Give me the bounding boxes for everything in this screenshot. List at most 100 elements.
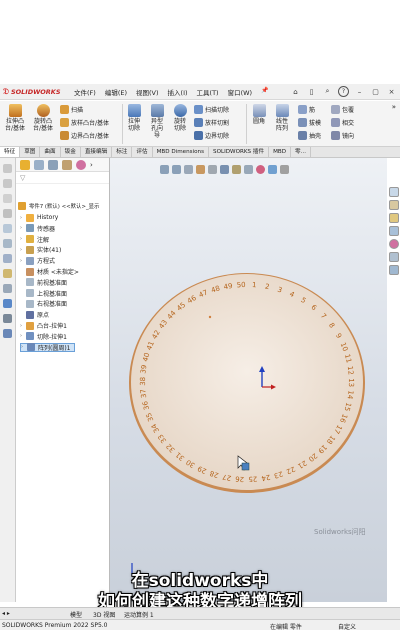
ribbon-expand-icon[interactable]: » <box>392 103 396 111</box>
restore-icon[interactable]: ▢ <box>370 86 381 97</box>
rib-button[interactable]: 筋 <box>298 105 315 114</box>
tab-sheet-metal[interactable]: 钣金 <box>61 147 81 157</box>
tree-node-material[interactable]: 材质 <未指定> <box>20 267 79 276</box>
file-explorer-icon[interactable] <box>388 213 399 223</box>
minimize-icon[interactable]: – <box>354 86 365 97</box>
intersect-button[interactable]: 相交 <box>331 118 354 127</box>
fillet-button[interactable]: 圆角 <box>249 104 269 125</box>
tree-root-part[interactable]: 零件7 (默认) <<默认>_显示 <box>18 201 99 210</box>
view-settings-icon[interactable] <box>280 165 289 174</box>
mirror-button[interactable]: 镜向 <box>331 131 354 140</box>
edit-appearance-icon[interactable] <box>256 165 265 174</box>
configuration-manager-icon[interactable] <box>48 159 58 170</box>
dynamic-annotation-icon[interactable] <box>208 165 217 174</box>
tab-model[interactable]: 模型 <box>70 610 82 619</box>
view-palette-icon[interactable] <box>388 226 399 236</box>
display-icon[interactable] <box>3 239 12 248</box>
tab-evaluate[interactable]: 评估 <box>132 147 153 157</box>
new-document-icon[interactable]: ▯ <box>306 86 317 97</box>
menu-view[interactable]: 视图(V) <box>136 87 159 97</box>
options-icon[interactable] <box>3 329 12 338</box>
tab-surfaces[interactable]: 曲面 <box>40 147 61 157</box>
tree-node-origin[interactable]: 原点 <box>20 310 49 319</box>
revolve-boss-button[interactable]: 旋转凸台/基体 <box>30 104 56 132</box>
loft-boss-button[interactable]: 放样凸台/基体 <box>60 118 109 127</box>
tab-mbd-dimensions[interactable]: MBD Dimensions <box>153 147 210 157</box>
tab-markup[interactable]: 标注 <box>112 147 133 157</box>
extrude-cut-button[interactable]: 拉伸切除 <box>124 104 144 132</box>
tree-node-annotations[interactable]: › 注解 <box>20 235 49 244</box>
help-icon[interactable]: ? <box>338 86 349 97</box>
folder-icon[interactable] <box>3 269 12 278</box>
home-icon[interactable]: ⌂ <box>290 86 301 97</box>
hide-show-icon[interactable] <box>244 165 253 174</box>
tab-mbd[interactable]: MBD <box>269 147 292 157</box>
solidworks-forum-icon[interactable] <box>388 265 399 275</box>
extrude-boss-button[interactable]: 拉伸凸台/基体 <box>2 104 28 132</box>
hole-wizard-button[interactable]: 异型孔向导 <box>147 104 167 139</box>
pin-icon[interactable]: 📌 <box>261 87 268 97</box>
appearances-icon[interactable] <box>388 239 399 249</box>
zoom-area-icon[interactable] <box>172 165 181 174</box>
apply-scene-icon[interactable] <box>268 165 277 174</box>
tab-motion-study[interactable]: 运动算例 1 <box>124 610 154 619</box>
sweep-cut-button[interactable]: 扫描切除 <box>194 105 229 114</box>
tab-addins[interactable]: SOLIDWORKS 插件 <box>209 147 270 157</box>
tree-next-icon[interactable]: › <box>90 161 93 169</box>
properties-icon[interactable] <box>3 224 12 233</box>
copy-icon[interactable] <box>3 164 12 173</box>
menu-edit[interactable]: 编辑(E) <box>105 87 127 97</box>
print-icon[interactable] <box>3 314 12 323</box>
zoom-fit-icon[interactable] <box>160 165 169 174</box>
revolve-cut-button[interactable]: 旋转切除 <box>170 104 190 132</box>
view-orientation-icon[interactable] <box>220 165 229 174</box>
tree-node-circular-pattern[interactable]: › 阵列(圆周)1 <box>20 342 75 352</box>
display-style-icon[interactable] <box>232 165 241 174</box>
tree-filter[interactable]: ▽ <box>16 172 109 184</box>
list-icon[interactable] <box>3 254 12 263</box>
menu-tools[interactable]: 工具(T) <box>197 87 219 97</box>
wrap-button[interactable]: 包覆 <box>331 105 354 114</box>
boundary-boss-button[interactable]: 边界凸台/基体 <box>60 131 109 140</box>
tab-scroll-arrows[interactable]: ◂ ▸ <box>2 610 10 617</box>
close-icon[interactable]: × <box>386 86 397 97</box>
display-manager-icon[interactable] <box>76 159 86 170</box>
loft-cut-button[interactable]: 放样切割 <box>194 118 229 127</box>
draft-button[interactable]: 拔模 <box>298 118 321 127</box>
paste-icon[interactable] <box>3 179 12 188</box>
resources-icon[interactable] <box>388 187 399 197</box>
search-icon[interactable]: ⌕ <box>322 86 333 97</box>
tree-node-top-plane[interactable]: 上视基准面 <box>20 289 67 298</box>
tree-node-boss-extrude[interactable]: › 凸台-拉伸1 <box>20 321 67 330</box>
tab-more[interactable]: 零... <box>291 147 311 157</box>
dimxpert-icon[interactable] <box>62 159 72 170</box>
design-library-icon[interactable] <box>388 200 399 210</box>
tab-3d-views[interactable]: 3D 视图 <box>93 610 115 619</box>
tab-direct-edit[interactable]: 直接编辑 <box>81 147 113 157</box>
settings-icon[interactable] <box>3 284 12 293</box>
tree-node-history[interactable]: › History <box>20 213 58 222</box>
tab-sketch[interactable]: 草图 <box>20 147 41 157</box>
tree-node-cut-extrude[interactable]: › 切除-拉伸1 <box>20 332 67 341</box>
tree-node-sensors[interactable]: › 传感器 <box>20 224 55 233</box>
layer-icon[interactable] <box>3 209 12 218</box>
menu-window[interactable]: 窗口(W) <box>228 87 253 97</box>
tree-node-front-plane[interactable]: 前视基准面 <box>20 278 67 287</box>
property-manager-icon[interactable] <box>34 159 44 170</box>
linear-pattern-button[interactable]: 线性阵列 <box>271 104 293 132</box>
boundary-cut-button[interactable]: 边界切除 <box>194 131 229 140</box>
custom-properties-icon[interactable] <box>388 252 399 262</box>
menu-insert[interactable]: 插入(I) <box>168 87 188 97</box>
section-view-icon[interactable] <box>196 165 205 174</box>
tree-node-solid-bodies[interactable]: › 实体(41) <box>20 245 61 254</box>
save-icon[interactable] <box>3 299 12 308</box>
tree-node-right-plane[interactable]: 右视基准面 <box>20 299 67 308</box>
solidworks-logo[interactable]: 𝔇 SOLIDWORKS <box>0 87 68 97</box>
feature-manager-icon[interactable] <box>20 159 30 170</box>
tab-features[interactable]: 特征 <box>0 147 21 157</box>
shell-button[interactable]: 抽壳 <box>298 131 321 140</box>
sweep-button[interactable]: 扫描 <box>60 105 83 114</box>
previous-view-icon[interactable] <box>184 165 193 174</box>
rebuild-icon[interactable] <box>3 194 12 203</box>
tree-node-equations[interactable]: › 方程式 <box>20 256 55 265</box>
